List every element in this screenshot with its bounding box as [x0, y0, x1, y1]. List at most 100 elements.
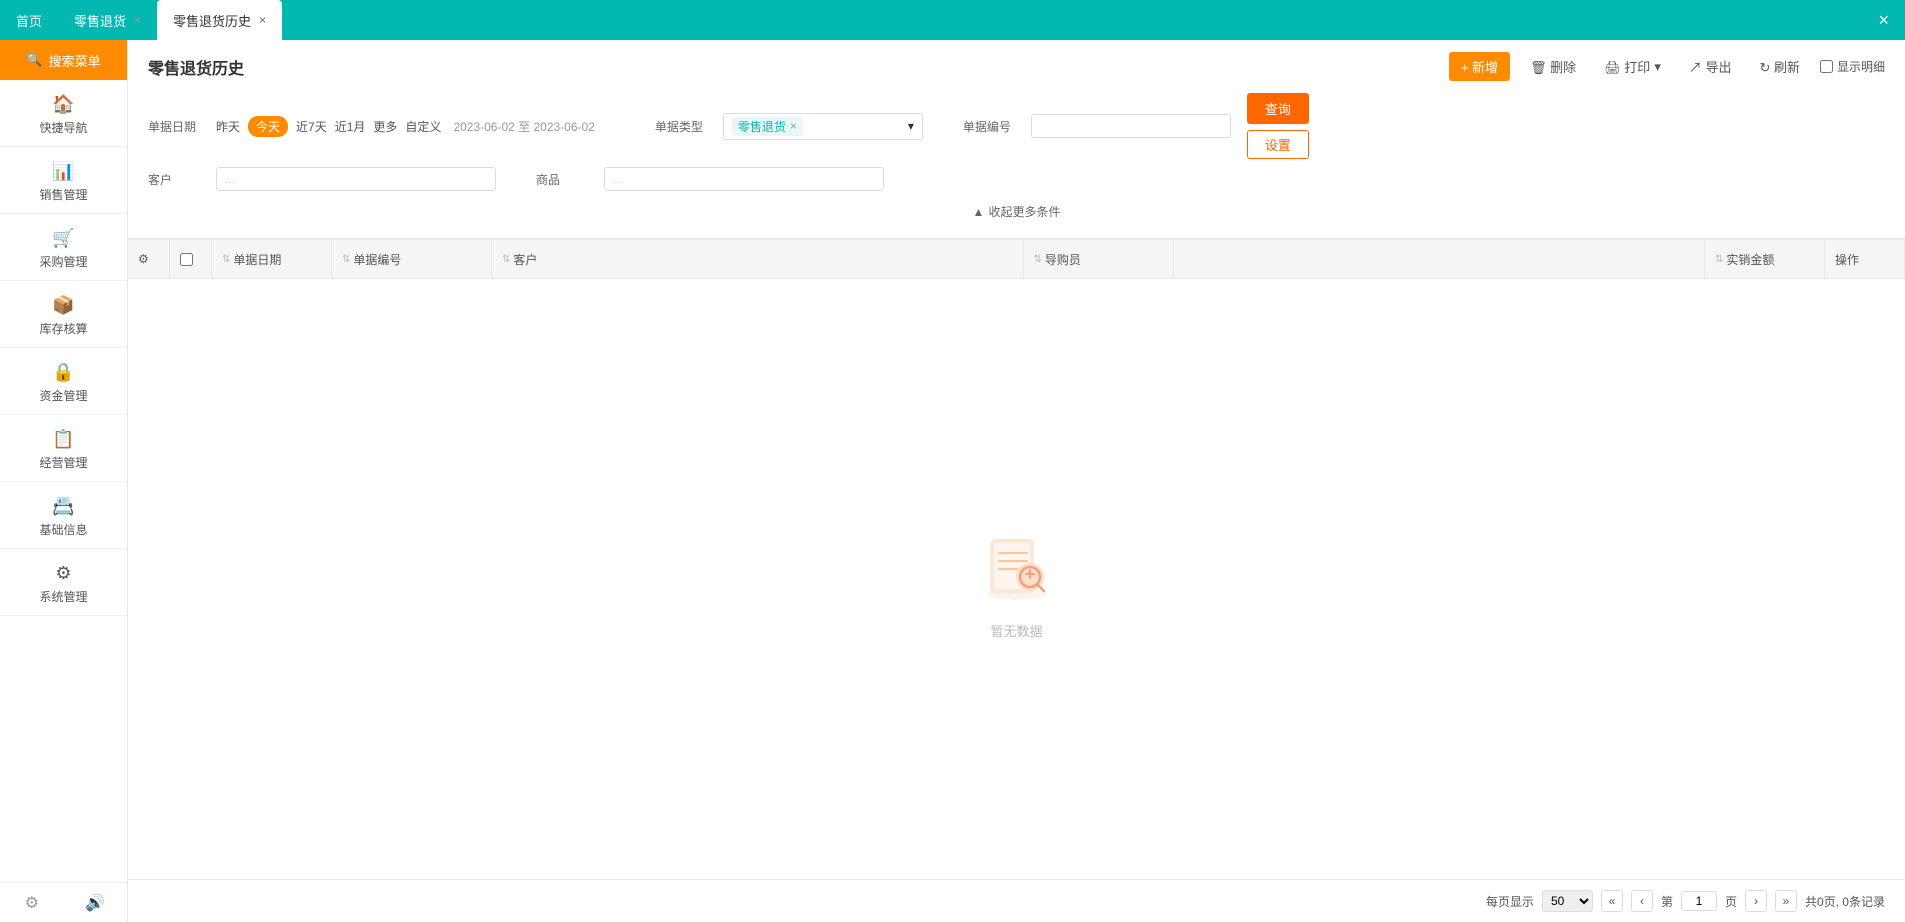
select-all-checkbox[interactable] — [180, 253, 193, 266]
gear-icon: ⚙ — [138, 252, 149, 266]
type-filter-tag: 零售退货 × — [732, 117, 803, 136]
sidebar-item-quick-nav[interactable]: 🏠 快捷导航 — [0, 80, 127, 147]
th-docno: ⇅ 单据编号 — [332, 240, 492, 278]
print-chevron-icon: ▾ — [1654, 59, 1661, 75]
sidebar-item-sales[interactable]: 📊 销售管理 — [0, 147, 127, 214]
refresh-button[interactable]: ↻ 刷新 — [1751, 53, 1808, 80]
purchase-icon: 🛒 — [52, 228, 74, 249]
sidebar-item-purchase[interactable]: 🛒 采购管理 — [0, 214, 127, 281]
type-filter-select[interactable]: 零售退货 × ▾ — [723, 113, 923, 140]
th-sort-amount-icon[interactable]: ⇅ — [1715, 254, 1723, 265]
date-opt-yesterday[interactable]: 昨天 — [216, 118, 240, 135]
tab-retail-return[interactable]: 零售退货 × — [58, 0, 157, 40]
empty-state: 暂无数据 — [128, 279, 1905, 879]
page-title: 零售退货历史 — [148, 55, 244, 79]
refresh-button-label: ↻ 刷新 — [1759, 57, 1800, 76]
th-sort-guide-icon[interactable]: ⇅ — [1034, 254, 1042, 265]
sidebar-item-purchase-label: 采购管理 — [39, 253, 87, 270]
show-detail-checkbox-label[interactable]: 显示明细 — [1820, 58, 1885, 75]
sidebar-item-finance[interactable]: 🔒 资金管理 — [0, 348, 127, 415]
table-area: ⚙ ⇅ 单据日期 ⇅ 单据编号 ⇅ 客户 ⇅ — [128, 239, 1905, 922]
page-number-input[interactable] — [1681, 891, 1717, 911]
pagination: 每页显示 50 100 200 « ‹ 第 页 › » 共0页, 0条记录 — [128, 879, 1905, 922]
filter-collapse-button[interactable]: ▲ 收起更多条件 — [957, 199, 1077, 224]
customer-filter-input[interactable] — [216, 167, 496, 191]
th-sort-customer-icon[interactable]: ⇅ — [502, 254, 510, 265]
tab-retail-return-label: 零售退货 — [74, 11, 126, 30]
main-layout: 🔍 搜索菜单 🏠 快捷导航 📊 销售管理 🛒 采购管理 📦 库存核算 🔒 资金管… — [0, 40, 1905, 922]
th-customer-label: 客户 — [513, 251, 537, 268]
sidebar-bottom: ⚙ 🔊 — [0, 882, 127, 922]
number-filter-input[interactable] — [1031, 114, 1231, 138]
th-gear[interactable]: ⚙ — [128, 240, 170, 278]
tab-retail-return-history-label: 零售退货历史 — [173, 11, 251, 30]
th-spacer — [1174, 240, 1706, 278]
page-unit-label: 页 — [1725, 893, 1737, 910]
per-page-label: 每页显示 — [1486, 893, 1534, 910]
filter-area: 单据日期 昨天 今天 近7天 近1月 更多 自定义 2023-06-02 至 2… — [148, 93, 1885, 238]
type-filter-tag-close[interactable]: × — [790, 119, 797, 133]
next-page-button[interactable]: › — [1745, 890, 1767, 912]
th-date: ⇅ 单据日期 — [212, 240, 332, 278]
th-sort-docno-icon[interactable]: ⇅ — [342, 254, 350, 265]
sidebar-item-finance-label: 资金管理 — [39, 387, 87, 404]
action-buttons: 查询 设置 — [1247, 93, 1309, 159]
window-close-button[interactable]: × — [1862, 10, 1905, 31]
filter-collapse-label: 收起更多条件 — [988, 203, 1060, 220]
business-icon: 📋 — [52, 429, 74, 450]
date-options: 昨天 今天 近7天 近1月 更多 自定义 2023-06-02 至 2023-0… — [216, 116, 595, 137]
tab-home-label: 首页 — [16, 11, 42, 30]
date-opt-custom[interactable]: 自定义 — [405, 118, 441, 135]
goods-filter-input[interactable] — [604, 167, 884, 191]
toolbar: + 新增 🗑 删除 🖨 打印 ▾ ↗ 导出 ↻ 刷新 — [1449, 52, 1885, 81]
sidebar-item-system[interactable]: ⚙ 系统管理 — [0, 549, 127, 616]
tab-home[interactable]: 首页 — [0, 0, 58, 40]
delete-button[interactable]: 🗑 删除 — [1522, 53, 1584, 80]
th-amount-label: 实销金额 — [1726, 251, 1774, 268]
per-page-select[interactable]: 50 100 200 — [1542, 890, 1593, 912]
collapse-chevron-icon: ▲ — [973, 205, 985, 219]
sales-icon: 📊 — [52, 161, 74, 182]
sidebar-volume-button[interactable]: 🔊 — [64, 883, 128, 922]
th-customer: ⇅ 客户 — [492, 240, 1024, 278]
sidebar-search[interactable]: 🔍 搜索菜单 — [0, 40, 127, 80]
sidebar-item-inventory[interactable]: 📦 库存核算 — [0, 281, 127, 348]
number-filter-label: 单据编号 — [963, 118, 1023, 135]
tab-retail-return-history[interactable]: 零售退货历史 × — [157, 0, 282, 40]
sidebar-item-business[interactable]: 📋 经营管理 — [0, 415, 127, 482]
tab-retail-return-history-close[interactable]: × — [259, 13, 266, 27]
home-icon: 🏠 — [52, 94, 74, 115]
sidebar-settings-button[interactable]: ⚙ — [0, 883, 64, 922]
finance-icon: 🔒 — [52, 362, 74, 383]
date-opt-last1m[interactable]: 近1月 — [335, 118, 366, 135]
date-opt-more[interactable]: 更多 — [373, 118, 397, 135]
th-checkbox[interactable] — [170, 240, 212, 278]
filter-settings-button[interactable]: 设置 — [1247, 130, 1309, 159]
sidebar-item-system-label: 系统管理 — [39, 588, 87, 605]
sidebar-item-inventory-label: 库存核算 — [39, 320, 87, 337]
print-button-label: 🖨 打印 — [1604, 57, 1650, 76]
date-opt-today[interactable]: 今天 — [248, 116, 288, 137]
type-filter-chevron-icon: ▾ — [908, 119, 914, 133]
prev-page-button[interactable]: ‹ — [1631, 890, 1653, 912]
first-page-button[interactable]: « — [1601, 890, 1623, 912]
query-button[interactable]: 查询 — [1247, 93, 1309, 124]
sidebar-item-sales-label: 销售管理 — [39, 186, 87, 203]
tab-retail-return-close[interactable]: × — [134, 13, 141, 27]
inventory-icon: 📦 — [52, 295, 74, 316]
show-detail-checkbox[interactable] — [1820, 60, 1833, 73]
date-opt-last7[interactable]: 近7天 — [296, 118, 327, 135]
sidebar-item-business-label: 经营管理 — [39, 454, 87, 471]
add-button[interactable]: + 新增 — [1449, 52, 1510, 81]
date-range-display: 2023-06-02 至 2023-06-02 — [453, 118, 594, 135]
show-detail-label: 显示明细 — [1837, 58, 1885, 75]
sidebar-search-label: 搜索菜单 — [49, 51, 101, 70]
date-filter-label: 单据日期 — [148, 118, 208, 135]
print-button[interactable]: 🖨 打印 ▾ — [1596, 53, 1669, 80]
th-sort-date-icon[interactable]: ⇅ — [222, 254, 230, 265]
last-page-button[interactable]: » — [1775, 890, 1797, 912]
type-filter-tag-value: 零售退货 — [738, 118, 786, 135]
sidebar-item-basic[interactable]: 📇 基础信息 — [0, 482, 127, 549]
th-date-label: 单据日期 — [233, 251, 281, 268]
export-button[interactable]: ↗ 导出 — [1681, 53, 1740, 80]
